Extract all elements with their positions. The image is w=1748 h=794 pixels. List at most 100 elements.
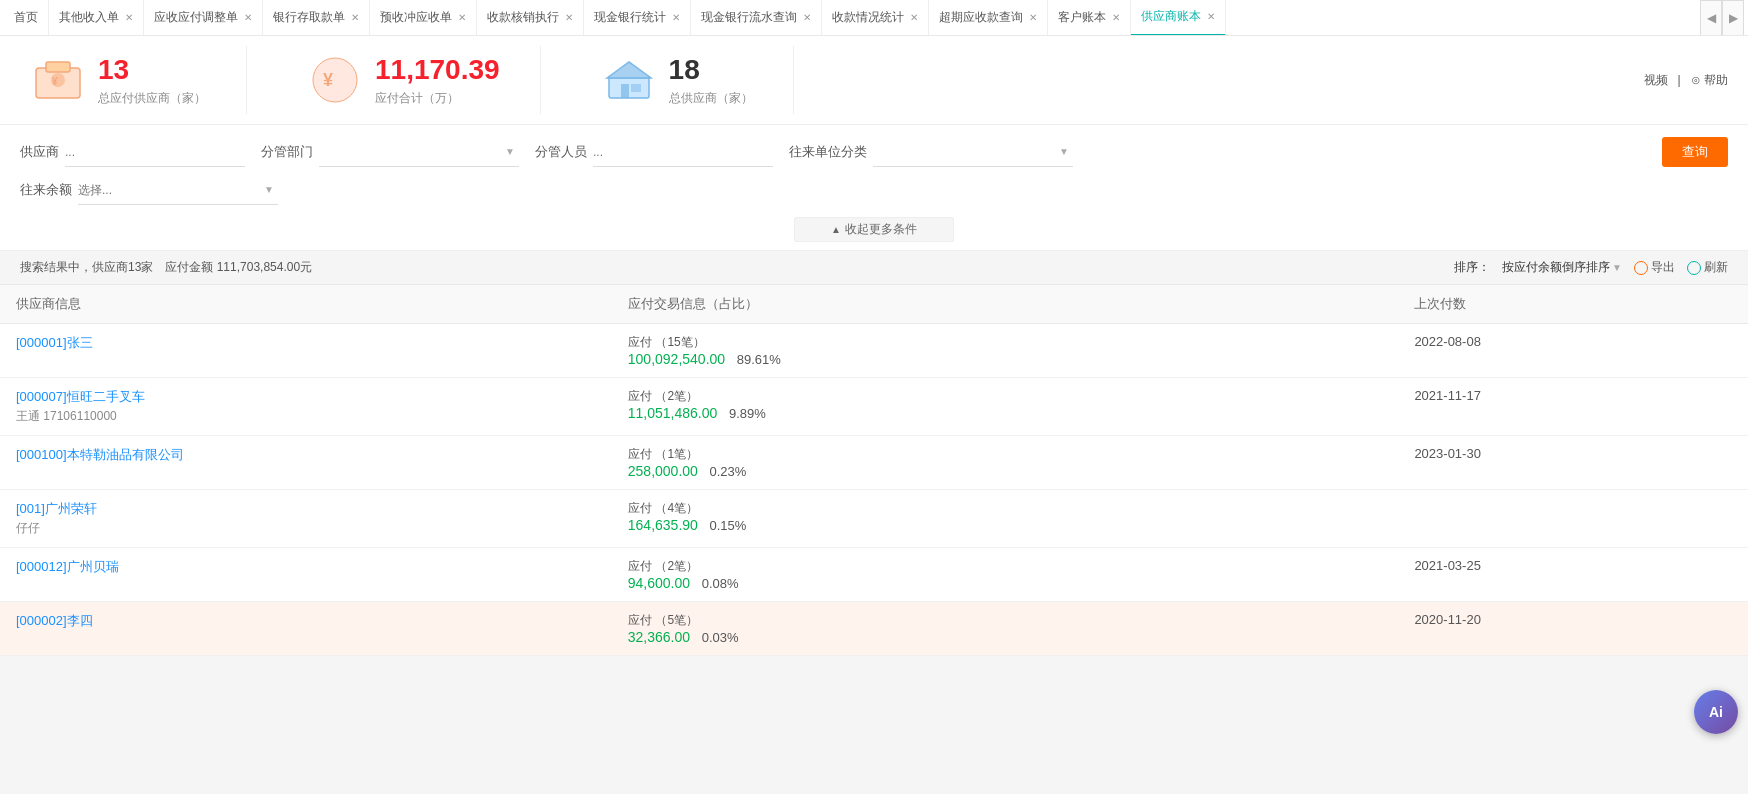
close-tab-cash-bank-stat[interactable]: ✕ [672, 12, 680, 23]
tx-amount-row-0: 100,092,540.00 89.61% [628, 351, 1383, 367]
video-link[interactable]: 视频 [1644, 72, 1668, 89]
stat-label-ap-suppliers: 总应付供应商（家） [98, 90, 206, 107]
tab-collect-stat-label: 收款情况统计 [832, 9, 904, 26]
dept-select[interactable]: ▼ [319, 137, 519, 167]
supplier-link-0[interactable]: [000001]张三 [16, 335, 93, 350]
tab-cash-bank-stat[interactable]: 现金银行统计 ✕ [584, 0, 691, 36]
close-tab-collect-verify[interactable]: ✕ [565, 12, 573, 23]
close-tab-advance-collect[interactable]: ✕ [458, 12, 466, 23]
tx-count-2: （1笔） [655, 447, 698, 461]
dept-chevron-down-icon: ▼ [501, 146, 519, 157]
close-tab-ap-adjust[interactable]: ✕ [244, 12, 252, 23]
tab-collect-verify[interactable]: 收款核销执行 ✕ [477, 0, 584, 36]
tab-cash-bank-flow[interactable]: 现金银行流水查询 ✕ [691, 0, 822, 36]
amount-link-4[interactable]: 94,600.00 [628, 575, 690, 591]
balance-select-input[interactable] [78, 175, 260, 204]
tab-supplier-account[interactable]: 供应商账本 ✕ [1131, 0, 1226, 36]
amount-link-2[interactable]: 258,000.00 [628, 463, 698, 479]
tab-overdue-ap[interactable]: 超期应收款查询 ✕ [929, 0, 1048, 36]
tx-amount-row-5: 32,366.00 0.03% [628, 629, 1383, 645]
balance-select[interactable]: ▼ [78, 175, 278, 205]
col-header-tx: 应付交易信息（占比） [612, 285, 1399, 324]
tx-amount-row-4: 94,600.00 0.08% [628, 575, 1383, 591]
stat-block-ap-suppliers: ¥ 13 总应付供应商（家） [20, 46, 247, 114]
tx-count-0: （15笔） [655, 335, 704, 349]
supplier-link-4[interactable]: [000012]广州贝瑞 [16, 559, 119, 574]
svg-text:¥: ¥ [52, 76, 58, 87]
tx-amount-row-2: 258,000.00 0.23% [628, 463, 1383, 479]
supplier-link-3[interactable]: [001]广州荣轩 [16, 501, 97, 516]
tab-home-label: 首页 [14, 9, 38, 26]
dept-select-input[interactable] [319, 137, 501, 166]
tab-cash-bank-flow-label: 现金银行流水查询 [701, 9, 797, 26]
tab-advance-collect[interactable]: 预收冲应收单 ✕ [370, 0, 477, 36]
tab-other-income[interactable]: 其他收入单 ✕ [49, 0, 144, 36]
close-tab-collect-stat[interactable]: ✕ [910, 12, 918, 23]
refresh-button[interactable]: 刷新 [1687, 259, 1728, 276]
close-tab-bank-deposit[interactable]: ✕ [351, 12, 359, 23]
close-tab-overdue-ap[interactable]: ✕ [1029, 12, 1037, 23]
person-filter-label: 分管人员 [535, 143, 587, 161]
supplier-input[interactable] [65, 137, 245, 167]
tx-amount-row-1: 11,051,486.00 9.89% [628, 405, 1383, 421]
amount-link-5[interactable]: 32,366.00 [628, 629, 690, 645]
amount-link-3[interactable]: 164,635.90 [628, 517, 698, 533]
percentage-0: 89.61% [729, 352, 781, 367]
last-payment-cell-3 [1398, 490, 1748, 548]
tx-label-4: 应付 [628, 559, 652, 573]
help-label: 帮助 [1704, 73, 1728, 87]
tab-customer-account-label: 客户账本 [1058, 9, 1106, 26]
tx-label-5: 应付 [628, 613, 652, 627]
close-tab-supplier-account[interactable]: ✕ [1207, 11, 1215, 22]
supplier-link-2[interactable]: [000100]本特勒油品有限公司 [16, 447, 184, 462]
filter-category: 往来单位分类 ▼ [789, 137, 1073, 167]
collapse-button[interactable]: ▲ 收起更多条件 [794, 217, 954, 242]
close-tab-cash-bank-flow[interactable]: ✕ [803, 12, 811, 23]
tab-cash-bank-stat-label: 现金银行统计 [594, 9, 666, 26]
sort-label: 排序： [1454, 259, 1490, 276]
tab-ap-adjust[interactable]: 应收应付调整单 ✕ [144, 0, 263, 36]
supplier-link-1[interactable]: [000007]恒旺二手叉车 [16, 389, 145, 404]
amount-link-1[interactable]: 11,051,486.00 [628, 405, 718, 421]
amount-link-0[interactable]: 100,092,540.00 [628, 351, 725, 367]
table-row: [001]广州荣轩仔仔 应付 （4笔） 164,635.90 0.15% [0, 490, 1748, 548]
percentage-3: 0.15% [702, 518, 747, 533]
svg-rect-1 [46, 62, 70, 72]
filter-balance: 往来余额 ▼ [20, 175, 278, 205]
tab-other-income-label: 其他收入单 [59, 9, 119, 26]
sort-value: 按应付余额倒序排序 [1502, 259, 1610, 276]
category-filter-label: 往来单位分类 [789, 143, 867, 161]
nav-next-arrow[interactable]: ▶ [1722, 0, 1744, 36]
person-input[interactable] [593, 137, 773, 167]
close-tab-customer-account[interactable]: ✕ [1112, 12, 1120, 23]
tab-home[interactable]: 首页 [4, 0, 49, 36]
help-link[interactable]: ⊙ 帮助 [1691, 72, 1728, 89]
tx-label-1: 应付 [628, 389, 652, 403]
close-tab-other-income[interactable]: ✕ [125, 12, 133, 23]
tx-label-0: 应付 [628, 335, 652, 349]
tab-collect-stat[interactable]: 收款情况统计 ✕ [822, 0, 929, 36]
nav-prev-arrow[interactable]: ◀ [1700, 0, 1722, 36]
tx-cell-5: 应付 （5笔） 32,366.00 0.03% [612, 602, 1399, 656]
export-button[interactable]: 导出 [1634, 259, 1675, 276]
stat-value-ap-suppliers: 13 [98, 53, 206, 87]
last-payment-date-2: 2023-01-30 [1414, 446, 1481, 461]
sort-select[interactable]: 按应付余额倒序排序 ▼ [1502, 259, 1622, 276]
tab-overdue-ap-label: 超期应收款查询 [939, 9, 1023, 26]
category-select[interactable]: ▼ [873, 137, 1073, 167]
category-select-input[interactable] [873, 137, 1055, 166]
tx-label-2: 应付 [628, 447, 652, 461]
tab-bank-deposit[interactable]: 银行存取款单 ✕ [263, 0, 370, 36]
stat-block-ap-total: ¥ 11,170.39 应付合计（万） [247, 46, 541, 114]
supplier-table-container: 供应商信息 应付交易信息（占比） 上次付数 [000001]张三 应付 （15笔… [0, 285, 1748, 656]
query-button[interactable]: 查询 [1662, 137, 1728, 167]
filter-row-2: 往来余额 ▼ [20, 175, 1728, 205]
help-icon: ⊙ [1691, 73, 1704, 87]
tx-count-3: （4笔） [655, 501, 698, 515]
export-icon [1634, 261, 1648, 275]
tab-customer-account[interactable]: 客户账本 ✕ [1048, 0, 1131, 36]
supplier-link-5[interactable]: [000002]李四 [16, 613, 93, 628]
stats-header: ¥ 13 总应付供应商（家） ¥ 11,170.39 应付合计（万） [0, 36, 1748, 125]
col-header-last-payment: 上次付数 [1398, 285, 1748, 324]
dept-filter-label: 分管部门 [261, 143, 313, 161]
